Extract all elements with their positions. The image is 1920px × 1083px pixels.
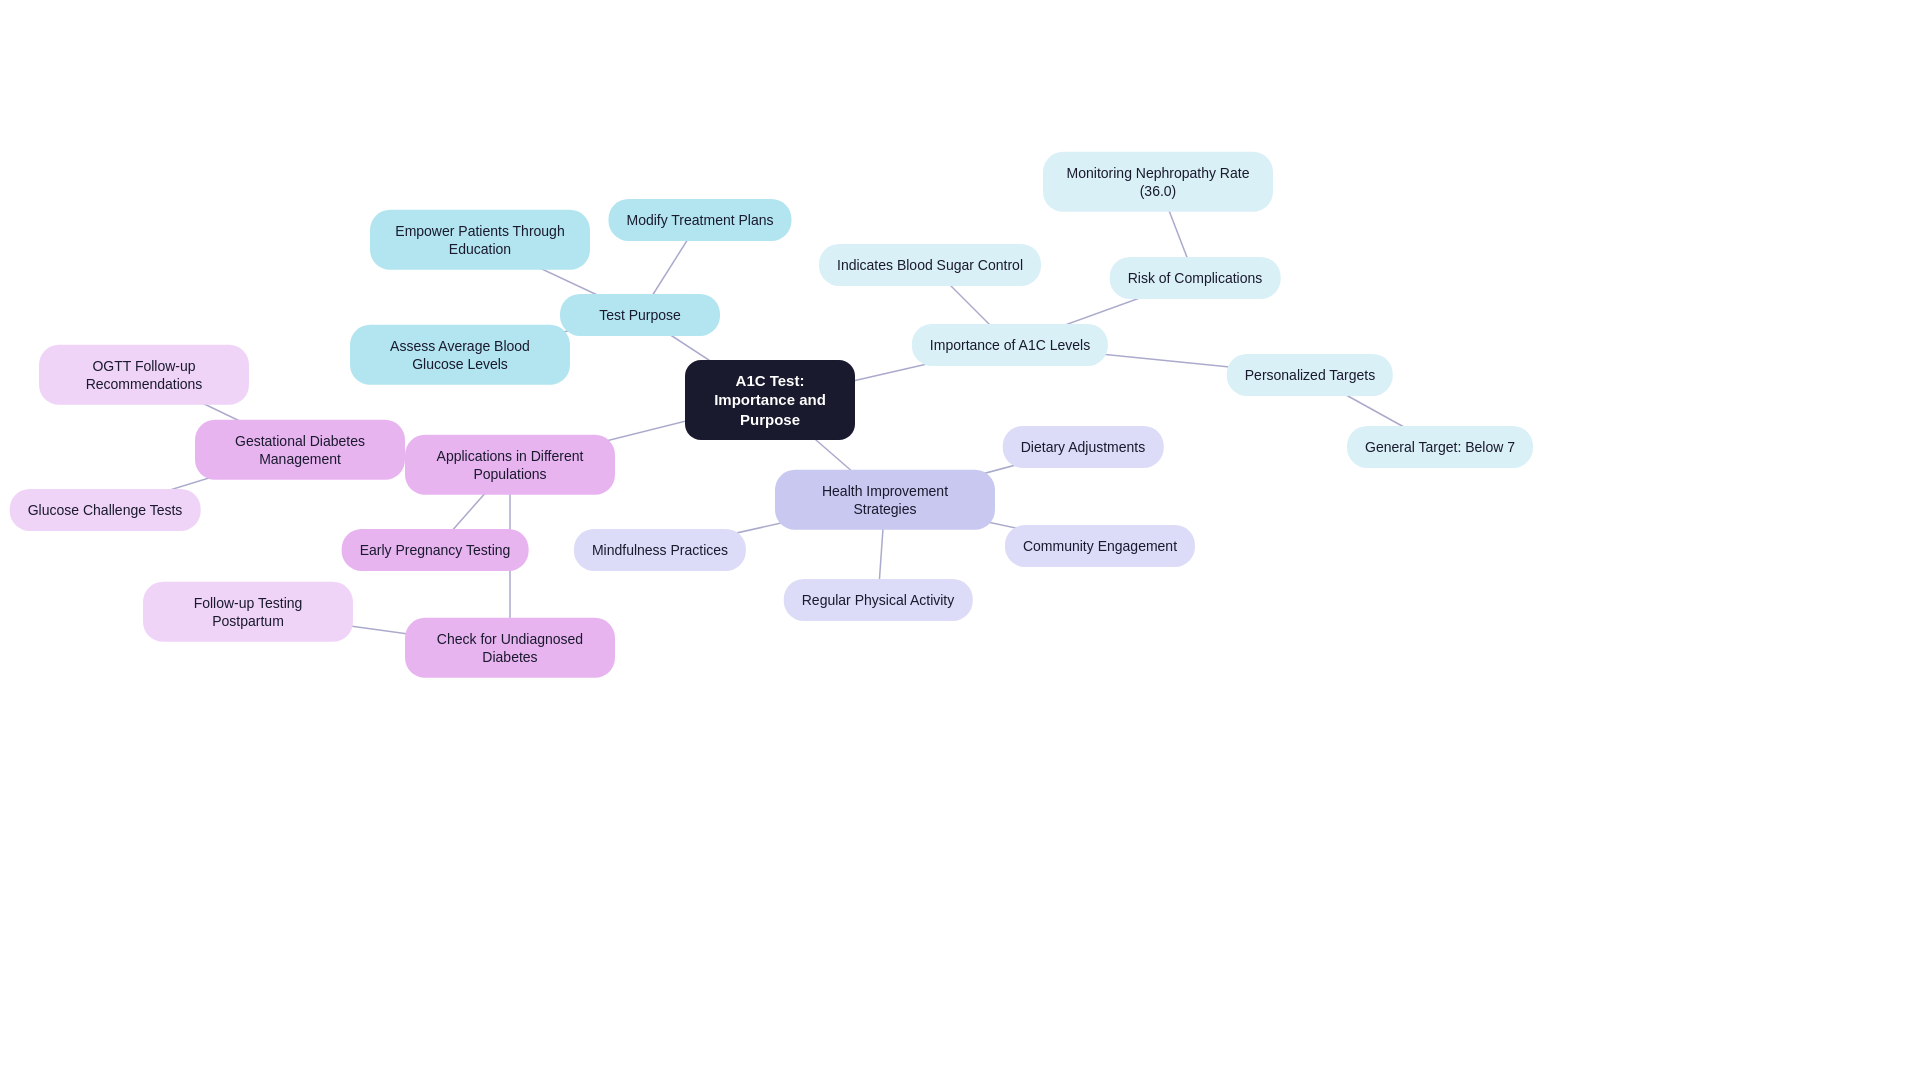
node-testPurpose[interactable]: Test Purpose: [560, 294, 720, 336]
node-applications[interactable]: Applications in Different Populations: [405, 435, 615, 495]
node-communityEngagement[interactable]: Community Engagement: [1005, 525, 1195, 567]
node-modifyTreatment[interactable]: Modify Treatment Plans: [608, 199, 791, 241]
node-assessBloodGlucose[interactable]: Assess Average Blood Glucose Levels: [350, 325, 570, 385]
node-empowerPatients[interactable]: Empower Patients Through Education: [370, 210, 590, 270]
node-followupPostpartum[interactable]: Follow-up Testing Postpartum: [143, 582, 353, 642]
node-personalizedTargets[interactable]: Personalized Targets: [1227, 354, 1393, 396]
connections-svg: [0, 0, 1920, 1083]
node-healthImprovement[interactable]: Health Improvement Strategies: [775, 470, 995, 530]
node-ogttFollowup[interactable]: OGTT Follow-up Recommendations: [39, 345, 249, 405]
node-earlyPregnancy[interactable]: Early Pregnancy Testing: [342, 529, 529, 571]
node-glucoseChallenge[interactable]: Glucose Challenge Tests: [10, 489, 201, 531]
node-regularPhysical[interactable]: Regular Physical Activity: [784, 579, 973, 621]
node-monitoringNephropathy[interactable]: Monitoring Nephropathy Rate (36.0): [1043, 152, 1273, 212]
node-generalTarget[interactable]: General Target: Below 7: [1347, 426, 1533, 468]
node-indicatesBloodSugar[interactable]: Indicates Blood Sugar Control: [819, 244, 1041, 286]
node-checkUndiagnosed[interactable]: Check for Undiagnosed Diabetes: [405, 618, 615, 678]
node-dietaryAdjustments[interactable]: Dietary Adjustments: [1003, 426, 1164, 468]
mindmap-container: A1C Test: Importance and Purpose Test Pur…: [0, 0, 1920, 1083]
node-gestationalDiabetes[interactable]: Gestational Diabetes Management: [195, 420, 405, 480]
node-mindfulness[interactable]: Mindfulness Practices: [574, 529, 746, 571]
node-center[interactable]: A1C Test: Importance and Purpose: [685, 360, 855, 440]
node-riskOfComplications[interactable]: Risk of Complications: [1110, 257, 1281, 299]
node-importanceA1C[interactable]: Importance of A1C Levels: [912, 324, 1108, 366]
